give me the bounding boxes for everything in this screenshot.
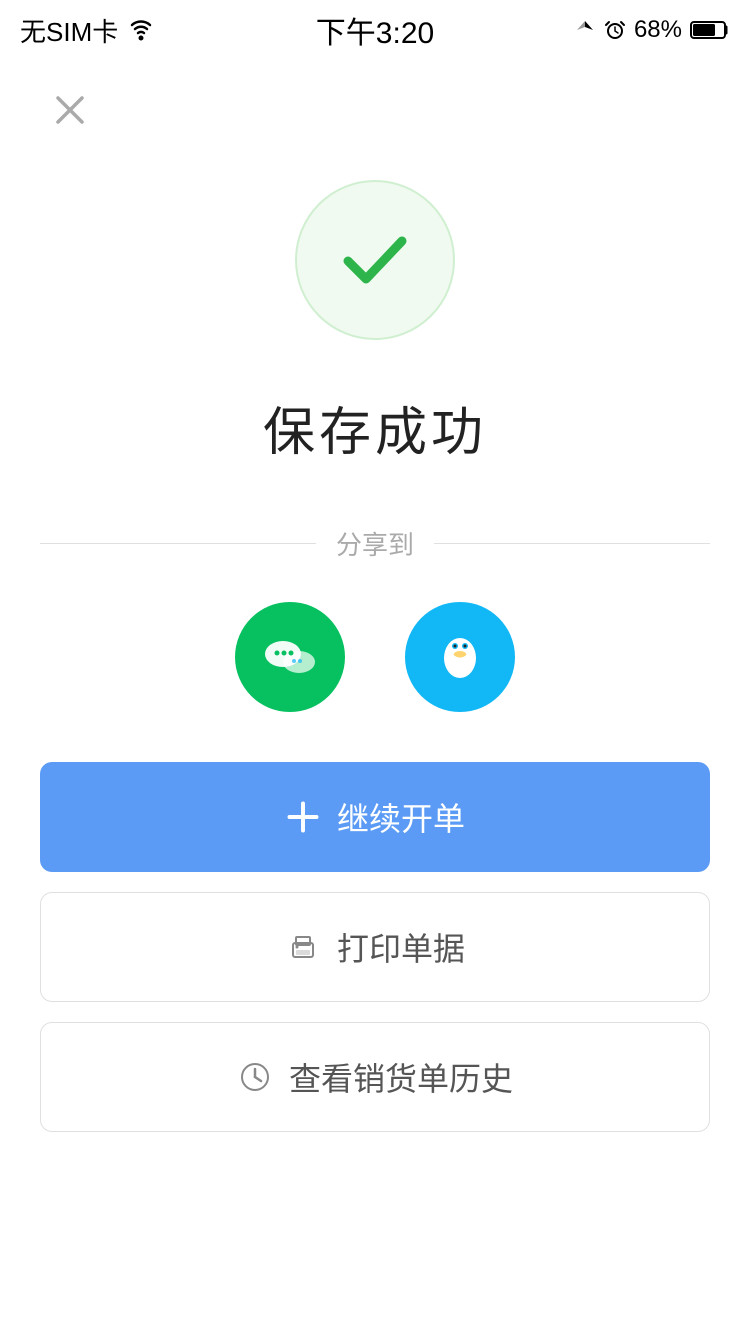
- wechat-icon: [255, 622, 325, 692]
- qq-share-button[interactable]: [405, 602, 515, 712]
- print-button[interactable]: 打印单据: [40, 892, 710, 1002]
- history-label: 查看销货单历史: [289, 1054, 513, 1100]
- status-right: 68%: [574, 16, 730, 44]
- status-bar: 无SIM卡 下午3:20 68%: [0, 0, 750, 60]
- success-title: 保存成功: [263, 390, 487, 465]
- location-icon: [574, 19, 596, 41]
- success-icon-circle: [295, 180, 455, 340]
- clock-icon: [237, 1059, 273, 1095]
- status-time: 下午3:20: [316, 8, 434, 52]
- plus-icon: [285, 799, 321, 835]
- carrier-text: 无SIM卡: [20, 12, 118, 49]
- battery-text: 68%: [634, 16, 682, 44]
- close-button[interactable]: [40, 80, 100, 140]
- qq-icon: [425, 622, 495, 692]
- share-icons: [40, 602, 710, 712]
- status-left: 无SIM卡: [20, 12, 156, 49]
- wechat-share-button[interactable]: [235, 602, 345, 712]
- action-buttons: 继续开单 打印单据 查看销货单历史: [40, 762, 710, 1132]
- print-icon: [285, 929, 321, 965]
- history-button[interactable]: 查看销货单历史: [40, 1022, 710, 1132]
- share-divider: 分享到: [40, 525, 710, 562]
- share-section: 分享到: [40, 525, 710, 712]
- alarm-icon: [604, 19, 626, 41]
- wifi-icon: [126, 19, 156, 41]
- battery-icon: [690, 19, 730, 41]
- main-content: 保存成功 分享到: [0, 60, 750, 1152]
- continue-button[interactable]: 继续开单: [40, 762, 710, 872]
- print-label: 打印单据: [337, 924, 465, 970]
- share-label: 分享到: [336, 525, 414, 562]
- continue-label: 继续开单: [337, 794, 465, 840]
